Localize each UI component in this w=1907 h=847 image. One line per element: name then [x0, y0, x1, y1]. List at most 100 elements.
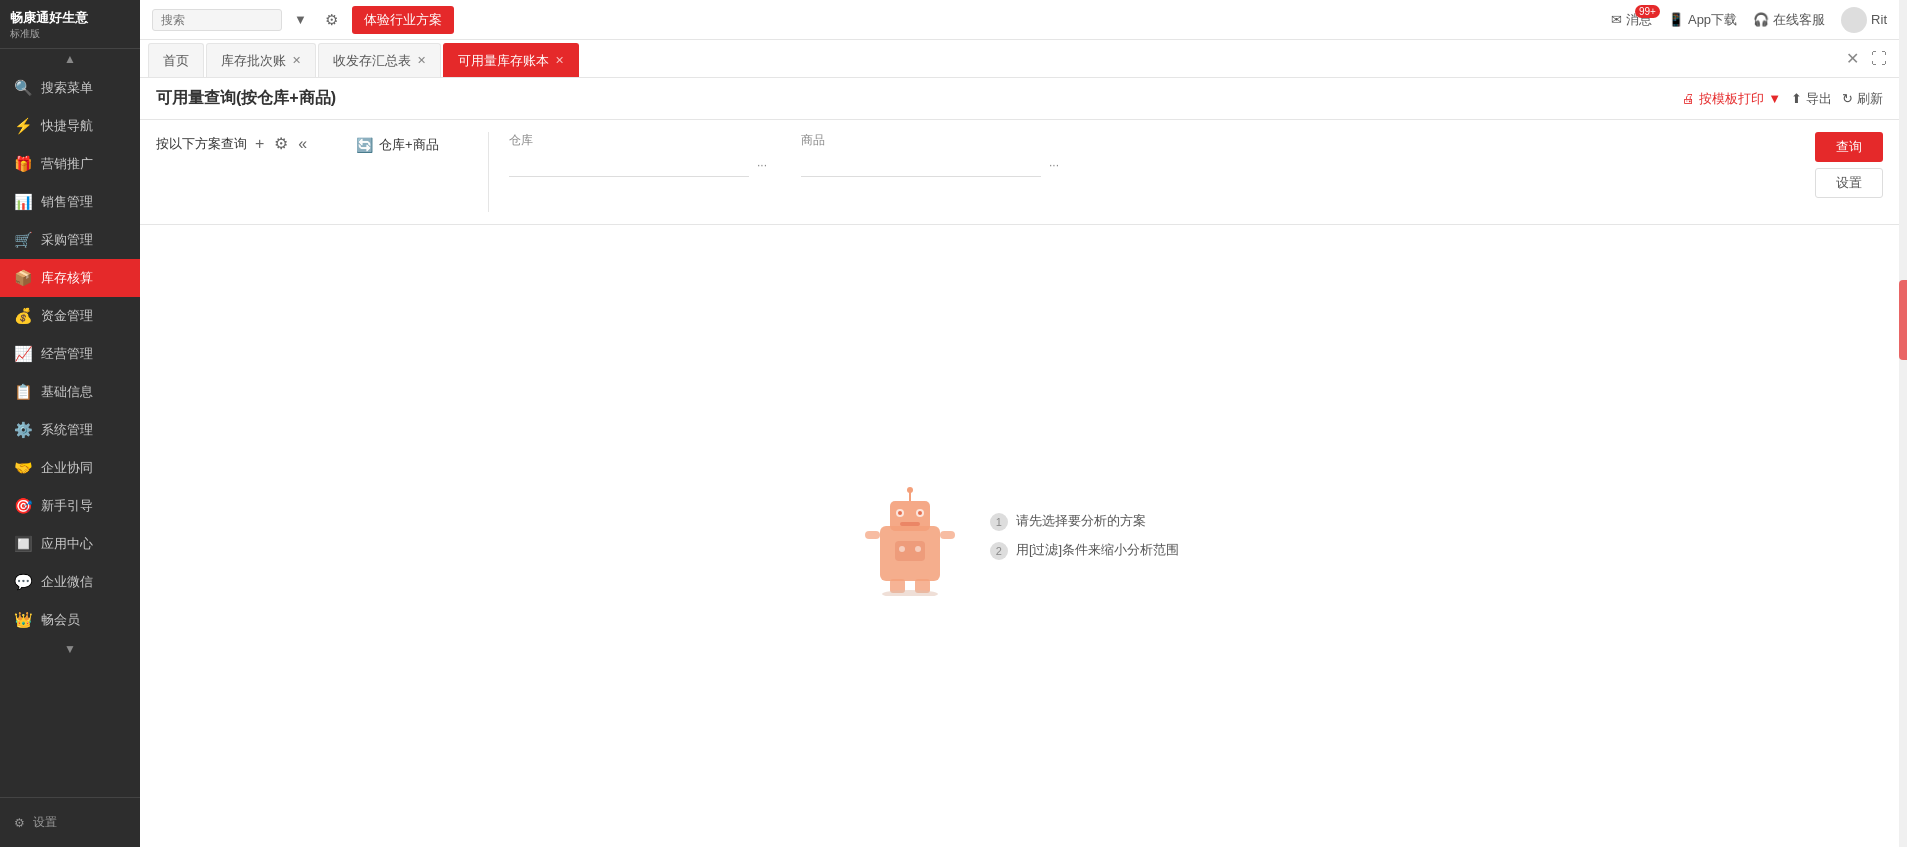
sidebar-item-purchase[interactable]: 🛒采购管理	[0, 221, 140, 259]
tab-fullscreen[interactable]: ⛶	[1867, 46, 1891, 72]
user-area[interactable]: Rit	[1841, 7, 1887, 33]
tab-close-all[interactable]: ✕	[1842, 45, 1863, 72]
filter-collapse-button[interactable]: «	[296, 133, 309, 155]
filter-label: 按以下方案查询	[156, 135, 247, 153]
warehouse-input[interactable]	[509, 153, 749, 177]
sidebar-label-search: 搜索菜单	[41, 79, 93, 97]
tab-label-available: 可用量库存账本	[458, 52, 549, 70]
sidebar-icon-inventory: 📦	[14, 269, 33, 287]
warehouse-more-button[interactable]: ···	[753, 156, 771, 174]
sidebar-item-operation[interactable]: 📈经营管理	[0, 335, 140, 373]
filter-add-button[interactable]: +	[253, 133, 266, 155]
tab-label-batch: 库存批次账	[221, 52, 286, 70]
sidebar-icon-sales: 📊	[14, 193, 33, 211]
sidebar-item-system[interactable]: ⚙️系统管理	[0, 411, 140, 449]
sidebar-label-appstore: 应用中心	[41, 535, 93, 553]
tab-close-batch[interactable]: ✕	[292, 54, 301, 67]
sidebar-item-search[interactable]: 🔍搜索菜单	[0, 69, 140, 107]
sidebar-scroll-down[interactable]: ▼	[0, 639, 140, 659]
sidebar-label-finance: 资金管理	[41, 307, 93, 325]
print-icon: 🖨	[1682, 91, 1695, 106]
settings-icon: ⚙	[14, 816, 25, 830]
breadcrumb-dropdown[interactable]: ▼	[290, 10, 311, 29]
message-icon: ✉	[1611, 12, 1622, 27]
sidebar-icon-member: 👑	[14, 611, 33, 629]
message-button[interactable]: ✉ 消息 99+	[1611, 11, 1652, 29]
refresh-button[interactable]: ↻ 刷新	[1842, 90, 1883, 108]
warehouse-label: 仓库	[509, 132, 789, 149]
sidebar-item-sales[interactable]: 📊销售管理	[0, 183, 140, 221]
page-title: 可用量查询(按仓库+商品)	[156, 88, 336, 119]
goods-label: 商品	[801, 132, 1081, 149]
export-button[interactable]: ⬆ 导出	[1791, 90, 1832, 108]
sidebar-icon-operation: 📈	[14, 345, 33, 363]
goods-more-button[interactable]: ···	[1045, 156, 1063, 174]
page-actions: 🖨 按模板打印 ▼ ⬆ 导出 ↻ 刷新	[1682, 90, 1883, 118]
tab-close-summary[interactable]: ✕	[417, 54, 426, 67]
query-button[interactable]: 查询	[1815, 132, 1883, 162]
sidebar-item-newbie[interactable]: 🎯新手引导	[0, 487, 140, 525]
app-download-button[interactable]: 📱 App下载	[1668, 11, 1737, 29]
right-sidebar-handle[interactable]	[1899, 280, 1907, 360]
column-settings-button[interactable]: 设置	[1815, 168, 1883, 198]
filter-left: 按以下方案查询 + ⚙ «	[156, 132, 336, 155]
sidebar-item-enterprise[interactable]: 🤝企业协同	[0, 449, 140, 487]
goods-field-group: 商品 ···	[801, 132, 1081, 177]
svg-point-15	[915, 546, 921, 552]
refresh-label: 刷新	[1857, 90, 1883, 108]
sidebar-item-inventory[interactable]: 📦库存核算	[0, 259, 140, 297]
svg-point-6	[898, 511, 902, 515]
scheme-item-warehouse-goods[interactable]: 🔄 仓库+商品	[348, 132, 468, 158]
header-right: ✉ 消息 99+ 📱 App下载 🎧 在线客服 Rit	[1611, 7, 1887, 33]
print-button[interactable]: 🖨 按模板打印 ▼	[1682, 90, 1781, 108]
sidebar-scroll-up[interactable]: ▲	[0, 49, 140, 69]
sidebar-item-finance[interactable]: 💰 资金管理	[0, 297, 140, 335]
svg-rect-11	[865, 531, 880, 539]
sidebar-icon-basic: 📋	[14, 383, 33, 401]
tab-summary[interactable]: 收发存汇总表 ✕	[318, 43, 441, 77]
sidebar-item-marketing[interactable]: 🎁 营销推广	[0, 145, 140, 183]
empty-robot-svg	[860, 486, 960, 596]
page-title-row: 可用量查询(按仓库+商品)	[156, 88, 336, 119]
tip-num-1: 1	[990, 513, 1008, 531]
tip-text-1: 请先选择要分析的方案	[1016, 512, 1146, 530]
empty-tip-1: 1 请先选择要分析的方案	[990, 512, 1179, 531]
svg-point-7	[918, 511, 922, 515]
sidebar-item-appstore[interactable]: 🔲应用中心	[0, 525, 140, 563]
sidebar-item-shortcut[interactable]: ⚡快捷导航	[0, 107, 140, 145]
tab-bar-right: ✕ ⛶	[1842, 45, 1899, 72]
phone-icon: 📱	[1668, 12, 1684, 27]
export-icon: ⬆	[1791, 91, 1802, 106]
logo-sub: 标准版	[10, 27, 130, 40]
tab-bar: 首页库存批次账 ✕ 收发存汇总表 ✕ 可用量库存账本 ✕ ✕ ⛶	[140, 40, 1899, 78]
tab-label-summary: 收发存汇总表	[333, 52, 411, 70]
sidebar-label-marketing: 营销推广	[41, 155, 93, 173]
sidebar-icon-finance: 💰	[14, 307, 33, 325]
empty-tip-2: 2 用[过滤]条件来缩小分析范围	[990, 541, 1179, 560]
scheme-label: 仓库+商品	[379, 136, 439, 154]
goods-input[interactable]	[801, 153, 1041, 177]
goods-input-row: ···	[801, 153, 1081, 177]
sidebar-logo: 畅康通好生意 标准版	[0, 0, 140, 49]
filter-fields: 仓库 ··· 商品 ···	[509, 132, 1803, 177]
warehouse-field-group: 仓库 ···	[509, 132, 789, 177]
sidebar-item-member[interactable]: 👑畅会员	[0, 601, 140, 639]
page-header: 可用量查询(按仓库+商品) 🖨 按模板打印 ▼ ⬆ 导出 ↻ 刷新	[140, 78, 1899, 120]
tab-batch[interactable]: 库存批次账 ✕	[206, 43, 316, 77]
sidebar-item-basic[interactable]: 📋基础信息	[0, 373, 140, 411]
gear-button[interactable]: ⚙	[319, 9, 344, 31]
app-label: App下载	[1688, 11, 1737, 29]
service-button[interactable]: 🎧 在线客服	[1753, 11, 1825, 29]
breadcrumb-search[interactable]	[152, 9, 282, 31]
tab-available[interactable]: 可用量库存账本 ✕	[443, 43, 579, 77]
tab-home[interactable]: 首页	[148, 43, 204, 77]
user-avatar	[1841, 7, 1867, 33]
filter-settings-button[interactable]: ⚙	[272, 132, 290, 155]
sidebar-item-wechat[interactable]: 💬企业微信	[0, 563, 140, 601]
sidebar-settings[interactable]: ⚙ 设置	[0, 806, 140, 839]
sidebar-icon-newbie: 🎯	[14, 497, 33, 515]
svg-rect-12	[940, 531, 955, 539]
sidebar-icon-marketing: 🎁	[14, 155, 33, 173]
industry-button[interactable]: 体验行业方案	[352, 6, 454, 34]
tab-close-available[interactable]: ✕	[555, 54, 564, 67]
